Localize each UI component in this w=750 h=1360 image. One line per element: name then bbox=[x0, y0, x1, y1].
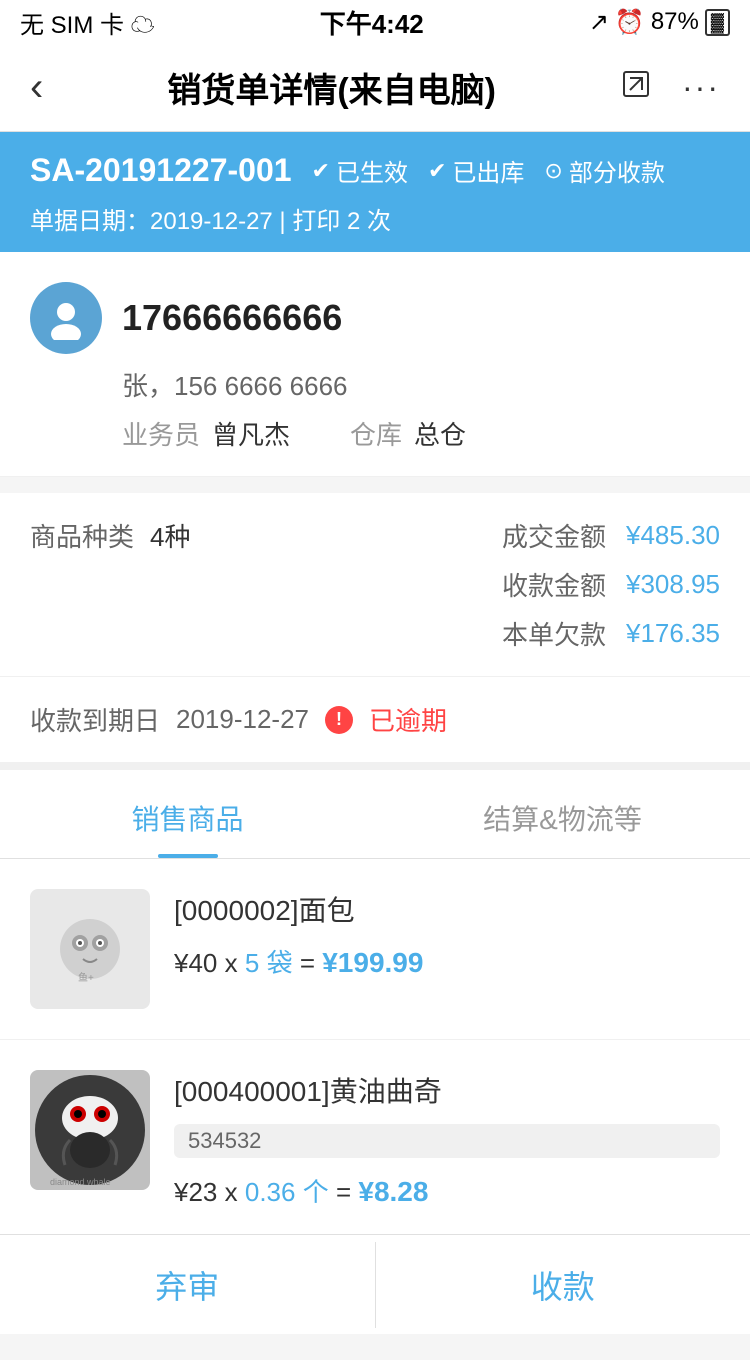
print-label: 打印 2 次 bbox=[292, 208, 391, 235]
type-label: 商品种类 bbox=[30, 517, 134, 554]
collect-payment-button[interactable]: 收款 bbox=[376, 1242, 750, 1328]
status-shipped-label: 已出库 bbox=[452, 153, 524, 188]
tab-sales-label: 销售商品 bbox=[131, 804, 243, 835]
sales-value: 曾凡杰 bbox=[212, 415, 290, 452]
nav-icons: ··· bbox=[620, 68, 720, 108]
product-name-cookie: [000400001]黄油曲奇 bbox=[174, 1070, 720, 1110]
status-partial: ⊙ 部分收款 bbox=[544, 153, 664, 188]
product-item: 鱼+ [0000002]面包 ¥40 x 5 袋 = ¥199.99 bbox=[0, 859, 750, 1040]
share-icon[interactable] bbox=[620, 68, 652, 108]
status-partial-label: 部分收款 bbox=[569, 153, 665, 188]
owe-value: ¥176.35 bbox=[626, 618, 720, 649]
product-name-bread: [0000002]面包 bbox=[174, 889, 720, 929]
type-value: 4种 bbox=[150, 517, 190, 554]
owe-label: 本单欠款 bbox=[502, 615, 606, 652]
amount-row: 成交金额 ¥485.30 bbox=[502, 517, 720, 554]
page-title: 销货单详情(来自电脑) bbox=[167, 63, 496, 112]
total-cookie: ¥8.28 bbox=[358, 1176, 428, 1207]
product-price-cookie: ¥23 x 0.36 个 = ¥8.28 bbox=[174, 1172, 720, 1209]
qty-bread: 5 bbox=[245, 948, 259, 978]
order-date-row: 单据日期：2019-12-27 | 打印 2 次 bbox=[30, 201, 720, 236]
due-date: 2019-12-27 bbox=[176, 704, 309, 735]
owe-row: 本单欠款 ¥176.35 bbox=[502, 615, 720, 652]
tabs: 销售商品 结算&物流等 bbox=[0, 770, 750, 859]
received-value: ¥308.95 bbox=[626, 569, 720, 600]
svg-text:鱼+: 鱼+ bbox=[78, 971, 94, 984]
status-right: ↗ ⏰ 87% ▓ bbox=[589, 8, 730, 37]
received-row: 收款金额 ¥308.95 bbox=[502, 566, 720, 603]
check-icon-2: ✔ bbox=[428, 158, 446, 184]
battery-icon: ▓ bbox=[705, 9, 730, 36]
product-image-cookie: diamond whale bbox=[30, 1070, 150, 1190]
status-effected: ✔ 已生效 bbox=[312, 153, 408, 188]
sales-label: 业务员 bbox=[122, 415, 200, 452]
separator: | bbox=[273, 208, 293, 235]
due-section: 收款到期日 2019-12-27 ! 已逾期 bbox=[0, 677, 750, 770]
order-banner: SA-20191227-001 ✔ 已生效 ✔ 已出库 ⊙ 部分收款 单据日期：… bbox=[0, 132, 750, 252]
status-left: 无 SIM 卡 ☁ bbox=[20, 5, 155, 40]
warehouse-meta: 仓库 总仓 bbox=[350, 415, 466, 452]
product-image-bread: 鱼+ bbox=[30, 889, 150, 1009]
stats-section: 商品种类 4种 成交金额 ¥485.30 收款金额 ¥308.95 本单欠款 ¥… bbox=[0, 493, 750, 677]
tab-sales-products[interactable]: 销售商品 bbox=[0, 770, 375, 858]
abandon-review-button[interactable]: 弃审 bbox=[0, 1242, 376, 1328]
product-info-bread: [0000002]面包 ¥40 x 5 袋 = ¥199.99 bbox=[174, 889, 720, 980]
unit-cookie: 个 bbox=[303, 1177, 329, 1207]
order-date: 2019-12-27 bbox=[150, 208, 273, 235]
date-label: 单据日期： bbox=[30, 208, 150, 235]
products-list: 鱼+ [0000002]面包 ¥40 x 5 袋 = ¥199.99 bbox=[0, 859, 750, 1240]
svg-text:diamond whale: diamond whale bbox=[50, 1177, 111, 1187]
tab-settlement-label: 结算&物流等 bbox=[483, 804, 642, 835]
sim-label: 无 SIM 卡 ☁ bbox=[20, 5, 155, 40]
product-info-cookie: [000400001]黄油曲奇 534532 ¥23 x 0.36 个 = ¥8… bbox=[174, 1070, 720, 1209]
qty-cookie: 0.36 bbox=[245, 1177, 296, 1207]
sales-meta: 业务员 曾凡杰 bbox=[122, 415, 290, 452]
unit-price-bread: ¥40 bbox=[174, 948, 217, 978]
customer-section: 17666666666 张，156 6666 6666 业务员 曾凡杰 仓库 总… bbox=[0, 252, 750, 477]
product-item-cookie: diamond whale [000400001]黄油曲奇 534532 ¥23… bbox=[0, 1040, 750, 1240]
customer-name: 张，156 6666 6666 bbox=[30, 366, 720, 403]
overdue-icon: ! bbox=[325, 706, 353, 734]
avatar bbox=[30, 282, 102, 354]
more-icon[interactable]: ··· bbox=[682, 69, 720, 106]
back-button[interactable]: ‹ bbox=[30, 65, 43, 110]
warehouse-value: 总仓 bbox=[414, 415, 466, 452]
financial-stats: 成交金额 ¥485.30 收款金额 ¥308.95 本单欠款 ¥176.35 bbox=[502, 517, 720, 652]
overdue-text: 已逾期 bbox=[369, 701, 447, 738]
product-price-bread: ¥40 x 5 袋 = ¥199.99 bbox=[174, 943, 720, 980]
received-label: 收款金额 bbox=[502, 566, 606, 603]
total-bread: ¥199.99 bbox=[322, 947, 423, 978]
battery-label: 87% bbox=[651, 8, 699, 36]
amount-label: 成交金额 bbox=[502, 517, 606, 554]
tab-settlement[interactable]: 结算&物流等 bbox=[375, 770, 750, 858]
customer-main: 17666666666 bbox=[30, 282, 720, 354]
order-id: SA-20191227-001 bbox=[30, 152, 292, 189]
nav-bar: ‹ 销货单详情(来自电脑) ··· bbox=[0, 44, 750, 132]
unit-price-cookie: ¥23 bbox=[174, 1177, 217, 1207]
product-count: 商品种类 4种 bbox=[30, 517, 190, 554]
status-effected-label: 已生效 bbox=[336, 153, 408, 188]
unit-bread: 袋 bbox=[267, 948, 293, 978]
clock-icon: ⊙ bbox=[544, 158, 562, 184]
product-tag-cookie: 534532 bbox=[174, 1124, 720, 1158]
check-icon-1: ✔ bbox=[312, 158, 330, 184]
customer-meta: 业务员 曾凡杰 仓库 总仓 bbox=[30, 415, 720, 452]
status-shipped: ✔ 已出库 bbox=[428, 153, 524, 188]
due-label: 收款到期日 bbox=[30, 701, 160, 738]
status-time: 下午4:42 bbox=[320, 4, 424, 41]
status-bar: 无 SIM 卡 ☁ 下午4:42 ↗ ⏰ 87% ▓ bbox=[0, 0, 750, 44]
bottom-bar: 弃审 收款 bbox=[0, 1234, 750, 1334]
amount-value: ¥485.30 bbox=[626, 520, 720, 551]
warehouse-label: 仓库 bbox=[350, 415, 402, 452]
customer-phone: 17666666666 bbox=[122, 297, 342, 339]
location-icon: ↗ bbox=[589, 8, 609, 37]
alarm-icon: ⏰ bbox=[615, 8, 645, 37]
